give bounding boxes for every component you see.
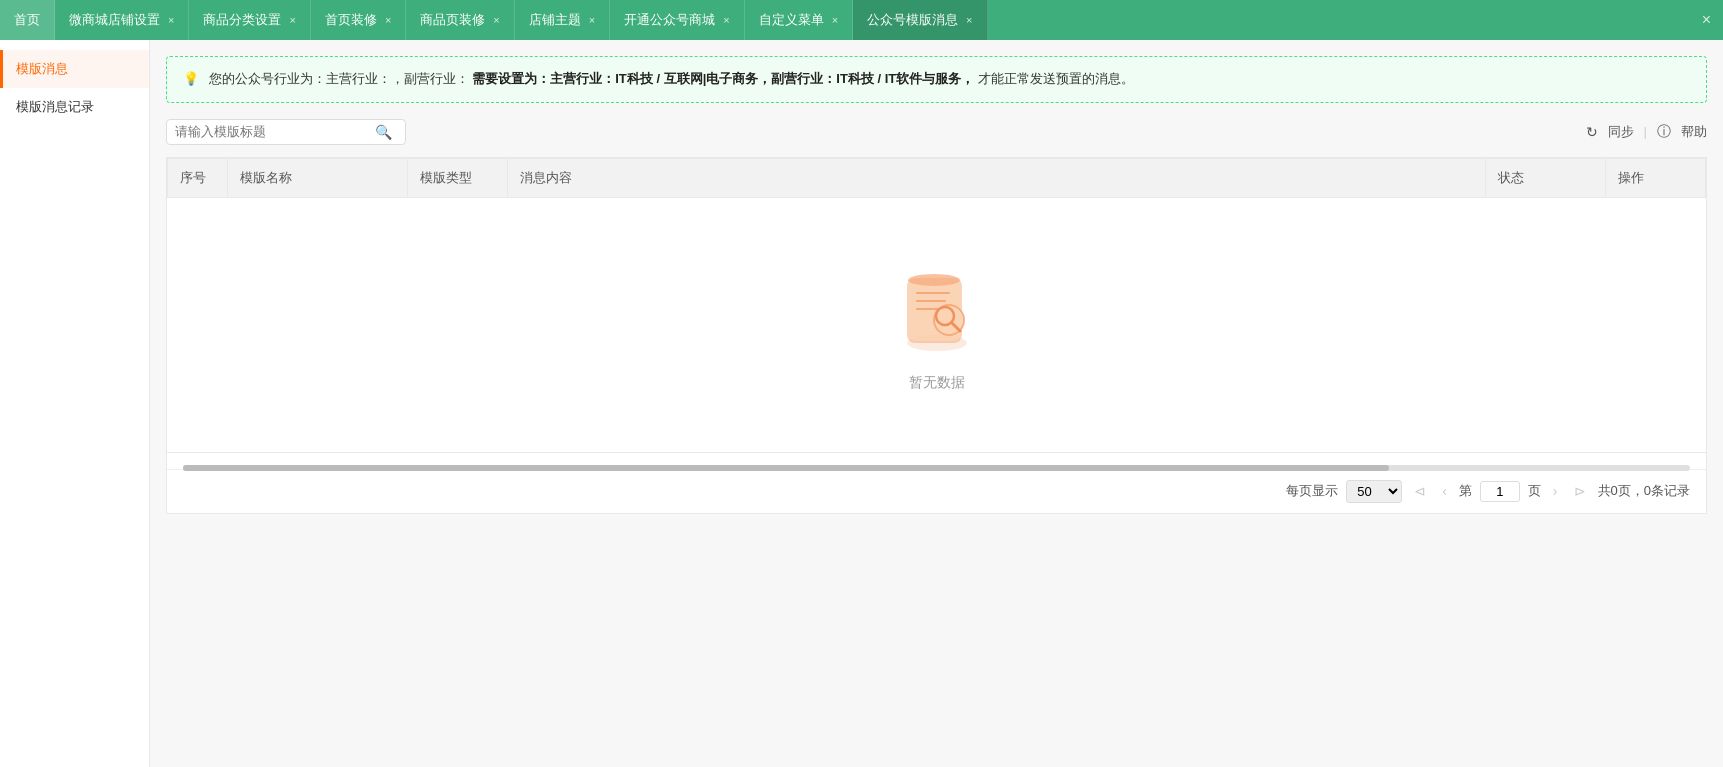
nav-tab-1[interactable]: 微商城店铺设置 × bbox=[55, 0, 189, 40]
sidebar: 模版消息 模版消息记录 bbox=[0, 40, 150, 767]
main-layout: 模版消息 模版消息记录 💡 您的公众号行业为：主营行业：，副营行业： 需要设置为… bbox=[0, 40, 1723, 767]
nav-tab-6-close[interactable]: × bbox=[723, 14, 729, 26]
nav-tab-3-close[interactable]: × bbox=[385, 14, 391, 26]
alert-suffix: 才能正常发送预置的消息。 bbox=[978, 71, 1134, 86]
page-size-label: 每页显示 bbox=[1286, 482, 1338, 500]
nav-tab-1-close[interactable]: × bbox=[168, 14, 174, 26]
search-bar: 🔍 ↻ 同步 | ⓘ 帮助 bbox=[166, 119, 1707, 145]
sync-button[interactable]: 同步 bbox=[1608, 123, 1634, 141]
divider: | bbox=[1644, 124, 1647, 139]
close-all-button[interactable]: × bbox=[1690, 11, 1723, 29]
scroll-thumb bbox=[183, 465, 1389, 471]
col-header-content: 消息内容 bbox=[508, 158, 1486, 197]
col-header-status: 状态 bbox=[1486, 158, 1606, 197]
nav-tab-8-label: 公众号模版消息 bbox=[867, 11, 958, 29]
nav-tab-6[interactable]: 开通公众号商城 × bbox=[610, 0, 744, 40]
search-input-wrap: 🔍 bbox=[166, 119, 406, 145]
sidebar-item-template-message-records[interactable]: 模版消息记录 bbox=[0, 88, 149, 126]
col-header-name: 模版名称 bbox=[228, 158, 408, 197]
nav-tab-4[interactable]: 商品页装修 × bbox=[406, 0, 514, 40]
nav-tab-3-label: 首页装修 bbox=[325, 11, 377, 29]
nav-tab-1-label: 微商城店铺设置 bbox=[69, 11, 160, 29]
next-page-button[interactable]: › bbox=[1549, 481, 1562, 501]
nav-tab-7-close[interactable]: × bbox=[832, 14, 838, 26]
search-input[interactable] bbox=[175, 124, 375, 139]
alert-icon: 💡 bbox=[183, 71, 199, 86]
last-page-button[interactable]: ⊳ bbox=[1570, 481, 1590, 501]
empty-text: 暂无数据 bbox=[909, 374, 965, 392]
total-info: 共0页，0条记录 bbox=[1598, 482, 1690, 500]
col-header-action: 操作 bbox=[1606, 158, 1706, 197]
nav-tab-8[interactable]: 公众号模版消息 × bbox=[853, 0, 987, 40]
nav-tab-4-label: 商品页装修 bbox=[420, 11, 485, 29]
nav-tab-2-label: 商品分类设置 bbox=[203, 11, 281, 29]
data-table: 序号 模版名称 模版类型 消息内容 状态 操作 bbox=[167, 158, 1706, 198]
nav-tab-home-label: 首页 bbox=[14, 11, 40, 29]
first-page-button[interactable]: ⊲ bbox=[1410, 481, 1430, 501]
svg-point-3 bbox=[908, 274, 960, 286]
page-size-select: 50 10 20 100 bbox=[1346, 480, 1402, 503]
nav-tab-5[interactable]: 店铺主题 × bbox=[515, 0, 610, 40]
scroll-track bbox=[183, 465, 1690, 471]
empty-illustration bbox=[887, 258, 987, 358]
sidebar-item-template-message-label: 模版消息 bbox=[16, 61, 68, 76]
help-button[interactable]: 帮助 bbox=[1681, 123, 1707, 141]
search-actions: ↻ 同步 | ⓘ 帮助 bbox=[1586, 123, 1707, 141]
nav-tab-5-close[interactable]: × bbox=[589, 14, 595, 26]
nav-tab-2-close[interactable]: × bbox=[289, 14, 295, 26]
prev-page-button[interactable]: ‹ bbox=[1438, 481, 1451, 501]
alert-prefix: 您的公众号行业为：主营行业：，副营行业： bbox=[209, 71, 469, 86]
nav-tab-2[interactable]: 商品分类设置 × bbox=[189, 0, 310, 40]
page-input[interactable] bbox=[1480, 481, 1520, 502]
nav-tab-3[interactable]: 首页装修 × bbox=[311, 0, 406, 40]
col-header-type: 模版类型 bbox=[408, 158, 508, 197]
nav-tab-5-label: 店铺主题 bbox=[529, 11, 581, 29]
table-container: 序号 模版名称 模版类型 消息内容 状态 操作 bbox=[166, 157, 1707, 514]
page-suffix: 页 bbox=[1528, 482, 1541, 500]
page-prefix: 第 bbox=[1459, 482, 1472, 500]
nav-tab-4-close[interactable]: × bbox=[493, 14, 499, 26]
col-header-index: 序号 bbox=[168, 158, 228, 197]
top-nav: 首页 微商城店铺设置 × 商品分类设置 × 首页装修 × 商品页装修 × 店铺主… bbox=[0, 0, 1723, 40]
search-icon[interactable]: 🔍 bbox=[375, 124, 392, 140]
sidebar-item-template-message-records-label: 模版消息记录 bbox=[16, 99, 94, 114]
sync-icon: ↻ bbox=[1586, 124, 1598, 140]
nav-tab-home[interactable]: 首页 bbox=[0, 0, 55, 40]
page-size-dropdown[interactable]: 50 10 20 100 bbox=[1346, 480, 1402, 503]
sidebar-item-template-message[interactable]: 模版消息 bbox=[0, 50, 149, 88]
nav-tab-7[interactable]: 自定义菜单 × bbox=[745, 0, 853, 40]
nav-tab-8-close[interactable]: × bbox=[966, 14, 972, 26]
alert-highlight: 需要设置为：主营行业：IT科技 / 互联网|电子商务，副营行业：IT科技 / I… bbox=[472, 71, 974, 86]
help-icon: ⓘ bbox=[1657, 123, 1671, 141]
nav-tab-6-label: 开通公众号商城 bbox=[624, 11, 715, 29]
nav-tab-7-label: 自定义菜单 bbox=[759, 11, 824, 29]
content-area: 💡 您的公众号行业为：主营行业：，副营行业： 需要设置为：主营行业：IT科技 /… bbox=[150, 40, 1723, 767]
pagination: 每页显示 50 10 20 100 ⊲ ‹ 第 页 › ⊳ 共0页，0条记录 bbox=[167, 469, 1706, 513]
scroll-indicator[interactable] bbox=[167, 452, 1706, 469]
empty-state: 暂无数据 bbox=[167, 198, 1706, 452]
alert-box: 💡 您的公众号行业为：主营行业：，副营行业： 需要设置为：主营行业：IT科技 /… bbox=[166, 56, 1707, 103]
